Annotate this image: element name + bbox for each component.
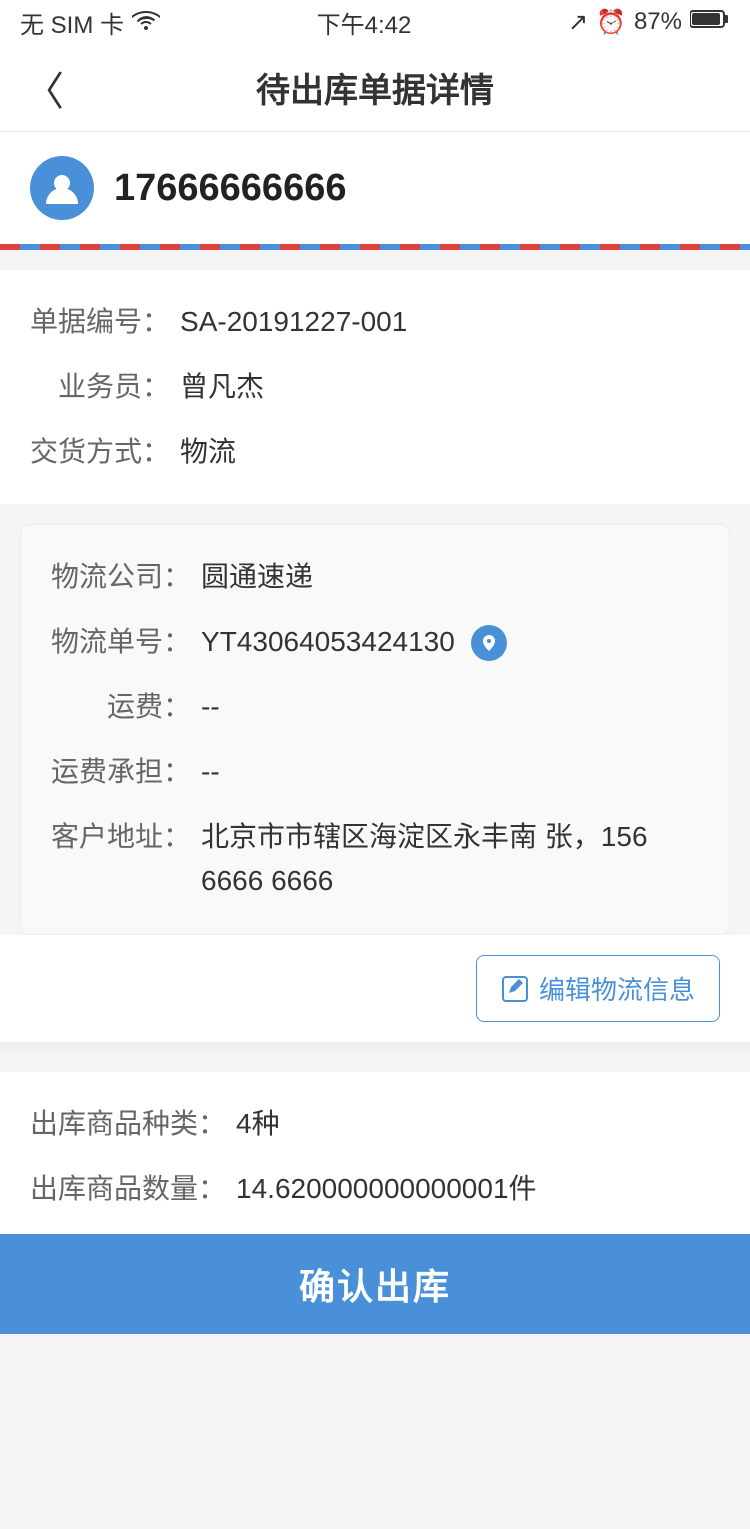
category-value: 4种 [236,1102,720,1147]
freight-value: -- [201,685,699,730]
freight-bearer-value: -- [201,750,699,795]
delivery-method-label: 交货方式： [30,430,170,475]
order-no-value: SA-20191227-001 [180,300,720,345]
location-status-icon: ↗ [568,8,588,37]
location-icon[interactable] [471,625,507,661]
logistics-company-value: 圆通速递 [201,555,699,600]
delivery-method-value: 物流 [180,430,720,475]
edit-logistics-btn-wrapper: 编辑物流信息 [0,935,750,1042]
logistics-company-label: 物流公司： [51,555,191,600]
freight-bearer-row: 运费承担： -- [51,750,699,795]
quantity-value: 14.620000000000001件 [236,1167,720,1212]
salesperson-value: 曾凡杰 [180,365,720,410]
customer-header: 17666666666 [0,132,750,244]
nav-bar: 〈 待出库单据详情 [0,44,750,132]
edit-logistics-label: 编辑物流信息 [539,970,695,1007]
deco-line [0,244,750,250]
confirm-btn-wrapper: 确认出库 [0,1234,750,1334]
tracking-no-label: 物流单号： [51,620,191,665]
battery-text: 87% [634,8,682,36]
category-row: 出库商品种类： 4种 [30,1102,720,1147]
status-left: 无 SIM 卡 [20,5,160,40]
quantity-row: 出库商品数量： 14.620000000000001件 [30,1167,720,1212]
status-bar: 无 SIM 卡 下午4:42 ↗ ⏰ 87% [0,0,750,44]
logistics-section: 物流公司： 圆通速递 物流单号： YT43064053424130 运费： --… [20,524,730,935]
freight-row: 运费： -- [51,685,699,730]
tracking-no-row: 物流单号： YT43064053424130 [51,620,699,665]
separator-1 [0,1042,750,1052]
page-title: 待出库单据详情 [256,63,494,112]
avatar [30,156,94,220]
address-value: 北京市市辖区海淀区永丰南 张，156 6666 6666 [201,815,699,905]
address-row: 客户地址： 北京市市辖区海淀区永丰南 张，156 6666 6666 [51,815,699,905]
back-button[interactable]: 〈 [24,59,64,117]
order-no-row: 单据编号： SA-20191227-001 [30,300,720,345]
outbound-stats-section: 出库商品种类： 4种 出库商品数量： 14.620000000000001件 [0,1072,750,1232]
wifi-icon [132,8,160,37]
address-label: 客户地址： [51,815,191,860]
salesperson-label: 业务员： [30,365,170,410]
logistics-company-row: 物流公司： 圆通速递 [51,555,699,600]
salesperson-row: 业务员： 曾凡杰 [30,365,720,410]
alarm-icon: ⏰ [596,8,626,37]
status-right: ↗ ⏰ 87% [568,8,730,37]
category-label: 出库商品种类： [30,1102,226,1147]
time-text: 下午4:42 [317,5,412,40]
freight-label: 运费： [51,685,191,730]
order-info-section: 单据编号： SA-20191227-001 业务员： 曾凡杰 交货方式： 物流 [0,270,750,504]
delivery-method-row: 交货方式： 物流 [30,430,720,475]
tracking-no-value: YT43064053424130 [201,620,699,665]
order-no-label: 单据编号： [30,300,170,345]
bottom-spacer [0,1329,750,1529]
customer-phone: 17666666666 [114,167,346,210]
carrier-text: 无 SIM 卡 [20,5,124,40]
battery-icon [690,8,730,37]
quantity-label: 出库商品数量： [30,1167,226,1212]
edit-logistics-button[interactable]: 编辑物流信息 [476,955,720,1022]
confirm-outbound-button[interactable]: 确认出库 [0,1234,750,1334]
freight-bearer-label: 运费承担： [51,750,191,795]
